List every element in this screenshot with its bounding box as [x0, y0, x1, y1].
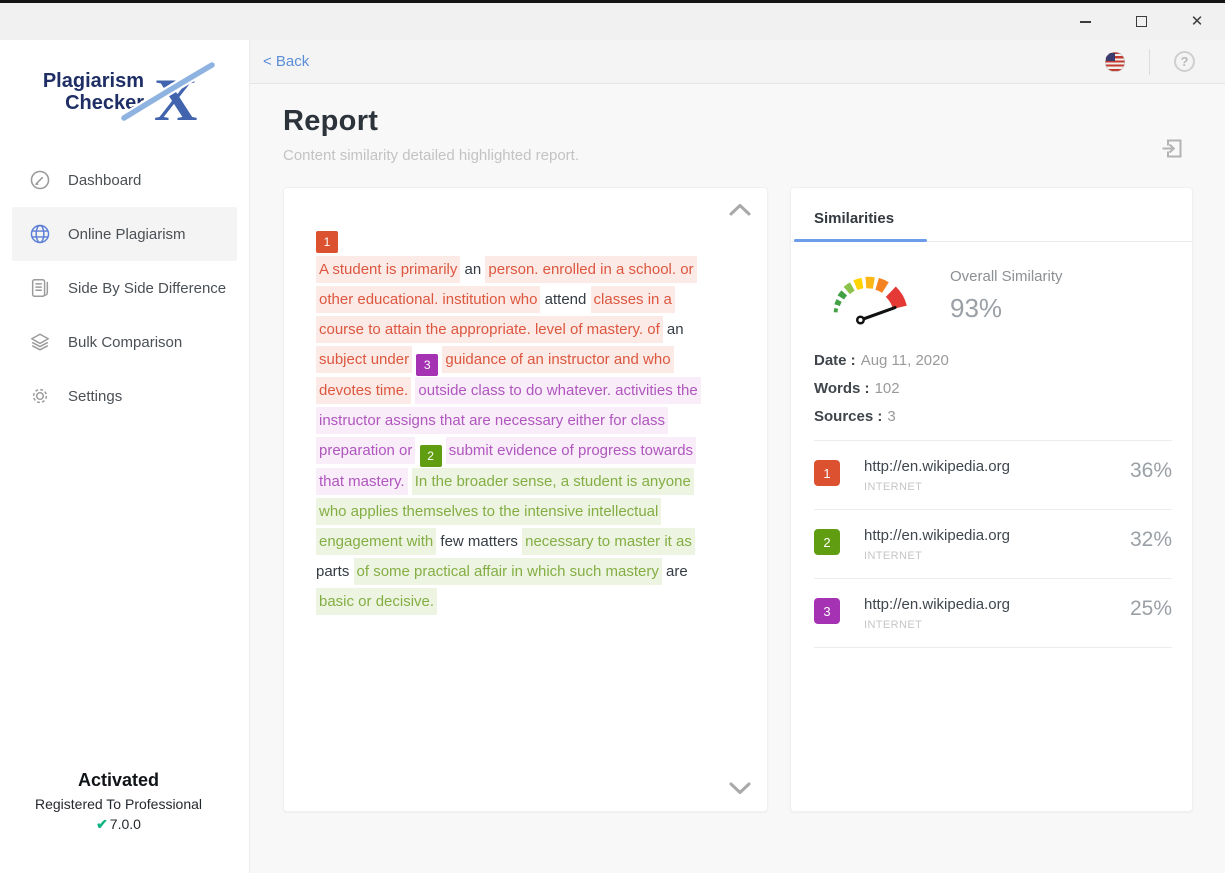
sidebar: X Plagiarism Checker Dashboard Online Pl… [0, 40, 250, 873]
chevron-up-icon [728, 203, 752, 216]
source-row-2[interactable]: 2 http://en.wikipedia.org INTERNET 32% [814, 510, 1172, 579]
source-type-label: INTERNET [864, 481, 1130, 493]
globe-icon [29, 223, 51, 245]
source-number-badge: 1 [814, 460, 840, 486]
plain-text: parts [316, 563, 354, 580]
sidebar-item-settings[interactable]: Settings [12, 369, 237, 423]
sidebar-item-online-plagiarism[interactable]: Online Plagiarism [12, 207, 237, 261]
source-row-3[interactable]: 3 http://en.wikipedia.org INTERNET 25% [814, 579, 1172, 648]
activation-title: Activated [0, 770, 237, 791]
minimize-icon [1080, 21, 1091, 23]
back-button[interactable]: < Back [263, 53, 309, 70]
scroll-down-button[interactable] [728, 782, 752, 800]
plagiarism-checker-x-logo-icon: X Plagiarism Checker [36, 58, 216, 128]
source-url[interactable]: http://en.wikipedia.org [864, 596, 1130, 613]
similarities-tabs: Similarities [791, 188, 1192, 242]
meta-value: 102 [875, 380, 900, 397]
sidebar-item-label: Settings [68, 388, 122, 405]
similarities-panel: Similarities [790, 187, 1193, 812]
minimize-button[interactable] [1057, 3, 1113, 40]
page-subtitle: Content similarity detailed highlighted … [283, 147, 1225, 164]
window-titlebar: ✕ [0, 3, 1225, 40]
source-number-badge: 2 [814, 529, 840, 555]
highlighted-text-s2[interactable]: necessary to master it as [522, 528, 695, 555]
activation-subtitle: Registered To Professional [0, 796, 237, 812]
report-content: 1A student is primarily an person. enrol… [250, 164, 1225, 812]
meta-row: Words : 102 [814, 380, 1172, 397]
plain-text: attend [540, 291, 590, 308]
source-row-1[interactable]: 1 http://en.wikipedia.org INTERNET 36% [814, 441, 1172, 510]
meta-label: Sources : [814, 408, 882, 425]
tab-similarities[interactable]: Similarities [814, 210, 894, 241]
source-url[interactable]: http://en.wikipedia.org [864, 527, 1130, 544]
plain-text [415, 442, 419, 459]
main-header: < Back ? [250, 40, 1225, 84]
inline-source-marker-3[interactable]: 3 [416, 354, 438, 376]
check-icon: ✔ [96, 816, 108, 832]
meta-row: Date : Aug 11, 2020 [814, 352, 1172, 369]
page-title: Report [283, 105, 1225, 138]
similarity-gauge-icon [824, 259, 920, 333]
language-flag-icon[interactable] [1105, 52, 1125, 72]
highlighted-text-s2[interactable]: basic or decisive. [316, 588, 437, 615]
dashboard-gauge-icon [29, 169, 51, 191]
source-percent: 36% [1130, 459, 1172, 483]
source-type-label: INTERNET [864, 550, 1130, 562]
layers-icon [29, 331, 51, 353]
version-number: 7.0.0 [110, 816, 141, 832]
page-head: Report Content similarity detailed highl… [250, 84, 1225, 164]
overall-similarity-block: Overall Similarity 93% [814, 242, 1172, 339]
close-button[interactable]: ✕ [1169, 3, 1225, 40]
sidebar-item-dashboard[interactable]: Dashboard [12, 153, 237, 207]
report-meta: Date : Aug 11, 2020 Words : 102 Sources : 3 [814, 339, 1172, 441]
chevron-down-icon [728, 782, 752, 795]
scroll-up-button[interactable] [728, 203, 752, 221]
inline-source-marker-2[interactable]: 2 [420, 445, 442, 467]
meta-value: Aug 11, 2020 [861, 352, 949, 369]
maximize-button[interactable] [1113, 3, 1169, 40]
meta-label: Date : [814, 352, 856, 369]
activation-version: ✔7.0.0 [0, 816, 237, 833]
main-area: < Back ? Report Content similarity detai… [250, 40, 1225, 873]
header-divider [1149, 49, 1150, 75]
close-icon: ✕ [1191, 14, 1204, 29]
gear-icon [29, 385, 51, 407]
document-icon [29, 277, 51, 299]
highlighted-text-s1[interactable]: subject under [316, 346, 412, 373]
help-icon[interactable]: ? [1174, 51, 1195, 72]
highlighted-text-s1[interactable]: A student is primarily [316, 256, 460, 283]
sidebar-item-bulk-comparison[interactable]: Bulk Comparison [12, 315, 237, 369]
overall-similarity-value: 93% [950, 293, 1063, 324]
source-type-label: INTERNET [864, 619, 1130, 631]
meta-row: Sources : 3 [814, 408, 1172, 425]
activation-info: Activated Registered To Professional ✔7.… [0, 770, 237, 833]
plain-text: an [663, 321, 684, 338]
export-report-button[interactable] [1161, 137, 1184, 165]
meta-value: 3 [887, 408, 895, 425]
document-text: 1A student is primarily an person. enrol… [316, 222, 717, 617]
source-number-badge: 3 [814, 598, 840, 624]
sources-list: 1 http://en.wikipedia.org INTERNET 36% 2… [814, 441, 1172, 648]
plain-text: an [460, 261, 485, 278]
sidebar-nav: Dashboard Online Plagiarism Side By Side… [0, 153, 249, 423]
sidebar-item-label: Bulk Comparison [68, 334, 182, 351]
sidebar-item-label: Dashboard [68, 172, 141, 189]
overall-similarity-label: Overall Similarity [950, 268, 1063, 285]
document-panel: 1A student is primarily an person. enrol… [283, 187, 768, 812]
svg-text:Plagiarism: Plagiarism [43, 70, 144, 92]
source-url[interactable]: http://en.wikipedia.org [864, 458, 1130, 475]
app-logo: X Plagiarism Checker [0, 40, 249, 137]
maximize-icon [1136, 16, 1147, 27]
sidebar-item-label: Online Plagiarism [68, 226, 186, 243]
sidebar-item-side-by-side-difference[interactable]: Side By Side Difference [12, 261, 237, 315]
plain-text: few matters [436, 533, 522, 550]
source-percent: 32% [1130, 528, 1172, 552]
export-report-icon [1161, 137, 1184, 160]
meta-label: Words : [814, 380, 870, 397]
highlighted-text-s2[interactable]: of some practical affair in which such m… [354, 558, 662, 585]
inline-source-marker-1[interactable]: 1 [316, 231, 338, 253]
sidebar-item-label: Side By Side Difference [68, 280, 226, 297]
source-percent: 25% [1130, 597, 1172, 621]
plain-text: are [662, 563, 688, 580]
